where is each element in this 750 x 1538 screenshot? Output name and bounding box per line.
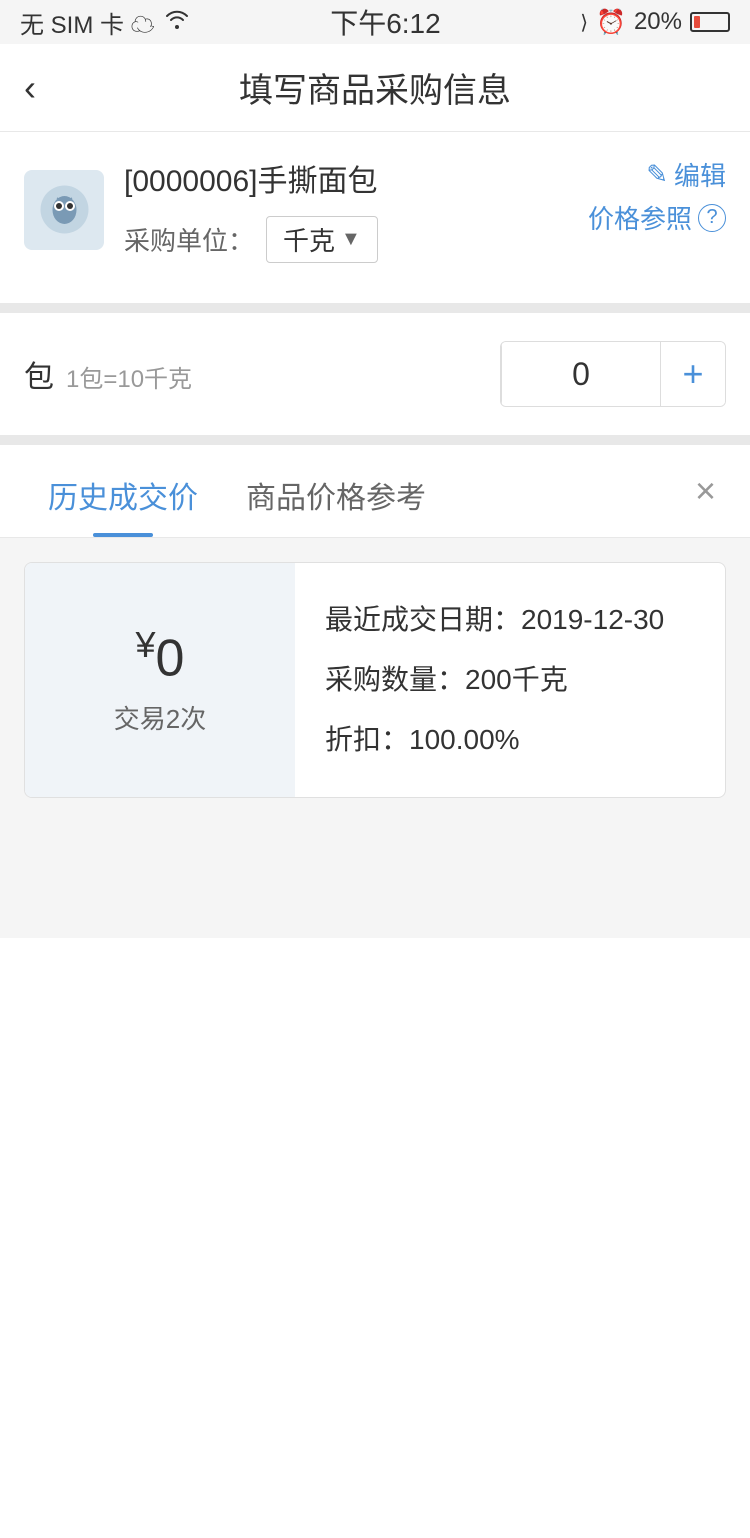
location-icon: ⟩ — [580, 10, 588, 35]
product-name: [0000006]手撕面包 — [124, 156, 378, 200]
history-card: ¥0 交易2次 最近成交日期：2019-12-30 采购数量：200千克 折扣：… — [24, 562, 726, 798]
battery-icon — [690, 12, 730, 32]
bottom-area — [0, 938, 750, 1538]
history-price-value: ¥0 — [136, 624, 185, 688]
edit-button[interactable]: ✎ 编辑 — [646, 156, 726, 193]
content-area: ¥0 交易2次 最近成交日期：2019-12-30 采购数量：200千克 折扣：… — [0, 538, 750, 938]
nav-bar: ‹ 填写商品采购信息 — [0, 44, 750, 132]
tabs-container: 历史成交价 商品价格参考 × — [0, 445, 750, 538]
page-title: 填写商品采购信息 — [239, 63, 511, 112]
history-details-panel: 最近成交日期：2019-12-30 采购数量：200千克 折扣：100.00% — [295, 563, 725, 797]
status-bar: 无 SIM 卡 ☁ 下午6:12 ⟩ ⏰ 20% — [0, 0, 750, 44]
chevron-down-icon: ▼ — [341, 228, 361, 251]
edit-icon: ✎ — [646, 159, 668, 190]
unit-label: 采购单位： — [124, 221, 254, 258]
question-icon: ? — [698, 204, 726, 232]
wifi-icon — [163, 9, 191, 35]
quantity-plus-button[interactable]: + — [661, 342, 725, 406]
quantity-row: 包 1包=10千克 + — [0, 313, 750, 435]
status-time: 下午6:12 — [330, 2, 441, 42]
status-right: ⟩ ⏰ 20% — [580, 8, 730, 37]
tabs-list: 历史成交价 商品价格参考 — [24, 445, 450, 537]
quantity-input[interactable] — [501, 342, 661, 406]
detail-discount-row: 折扣：100.00% — [325, 719, 695, 761]
sim-label: 无 SIM 卡 ☁ — [20, 5, 155, 40]
quantity-hint: 1包=10千克 — [66, 359, 192, 394]
history-price-panel: ¥0 交易2次 — [25, 563, 295, 797]
quantity-control: + — [500, 341, 726, 407]
divider-1 — [0, 303, 750, 313]
divider-2 — [0, 435, 750, 445]
product-left: [0000006]手撕面包 采购单位： 千克 ▼ — [24, 156, 378, 263]
tab-product-price-ref[interactable]: 商品价格参考 — [222, 445, 450, 537]
unit-value: 千克 — [283, 221, 335, 258]
alarm-icon: ⏰ — [596, 8, 626, 37]
quantity-left: 包 1包=10千克 — [24, 352, 192, 396]
product-unit-row: 采购单位： 千克 ▼ — [124, 216, 378, 263]
close-button[interactable]: × — [685, 460, 726, 522]
back-button[interactable]: ‹ — [24, 67, 36, 109]
tab-history-price[interactable]: 历史成交价 — [24, 445, 222, 537]
product-card: [0000006]手撕面包 采购单位： 千克 ▼ ✎ 编辑 价格参照 ? — [0, 132, 750, 303]
detail-qty-row: 采购数量：200千克 — [325, 659, 695, 701]
product-image — [24, 170, 104, 250]
price-ref-button[interactable]: 价格参照 ? — [588, 199, 726, 236]
product-right: ✎ 编辑 价格参照 ? — [588, 156, 726, 236]
status-left: 无 SIM 卡 ☁ — [20, 5, 191, 40]
product-info: [0000006]手撕面包 采购单位： 千克 ▼ — [124, 156, 378, 263]
unit-select[interactable]: 千克 ▼ — [266, 216, 378, 263]
battery-percent: 20% — [634, 8, 682, 36]
quantity-unit: 包 — [24, 352, 54, 396]
detail-date-row: 最近成交日期：2019-12-30 — [325, 599, 695, 641]
history-trades-count: 交易2次 — [114, 699, 206, 736]
product-header: [0000006]手撕面包 采购单位： 千克 ▼ ✎ 编辑 价格参照 ? — [24, 156, 726, 263]
